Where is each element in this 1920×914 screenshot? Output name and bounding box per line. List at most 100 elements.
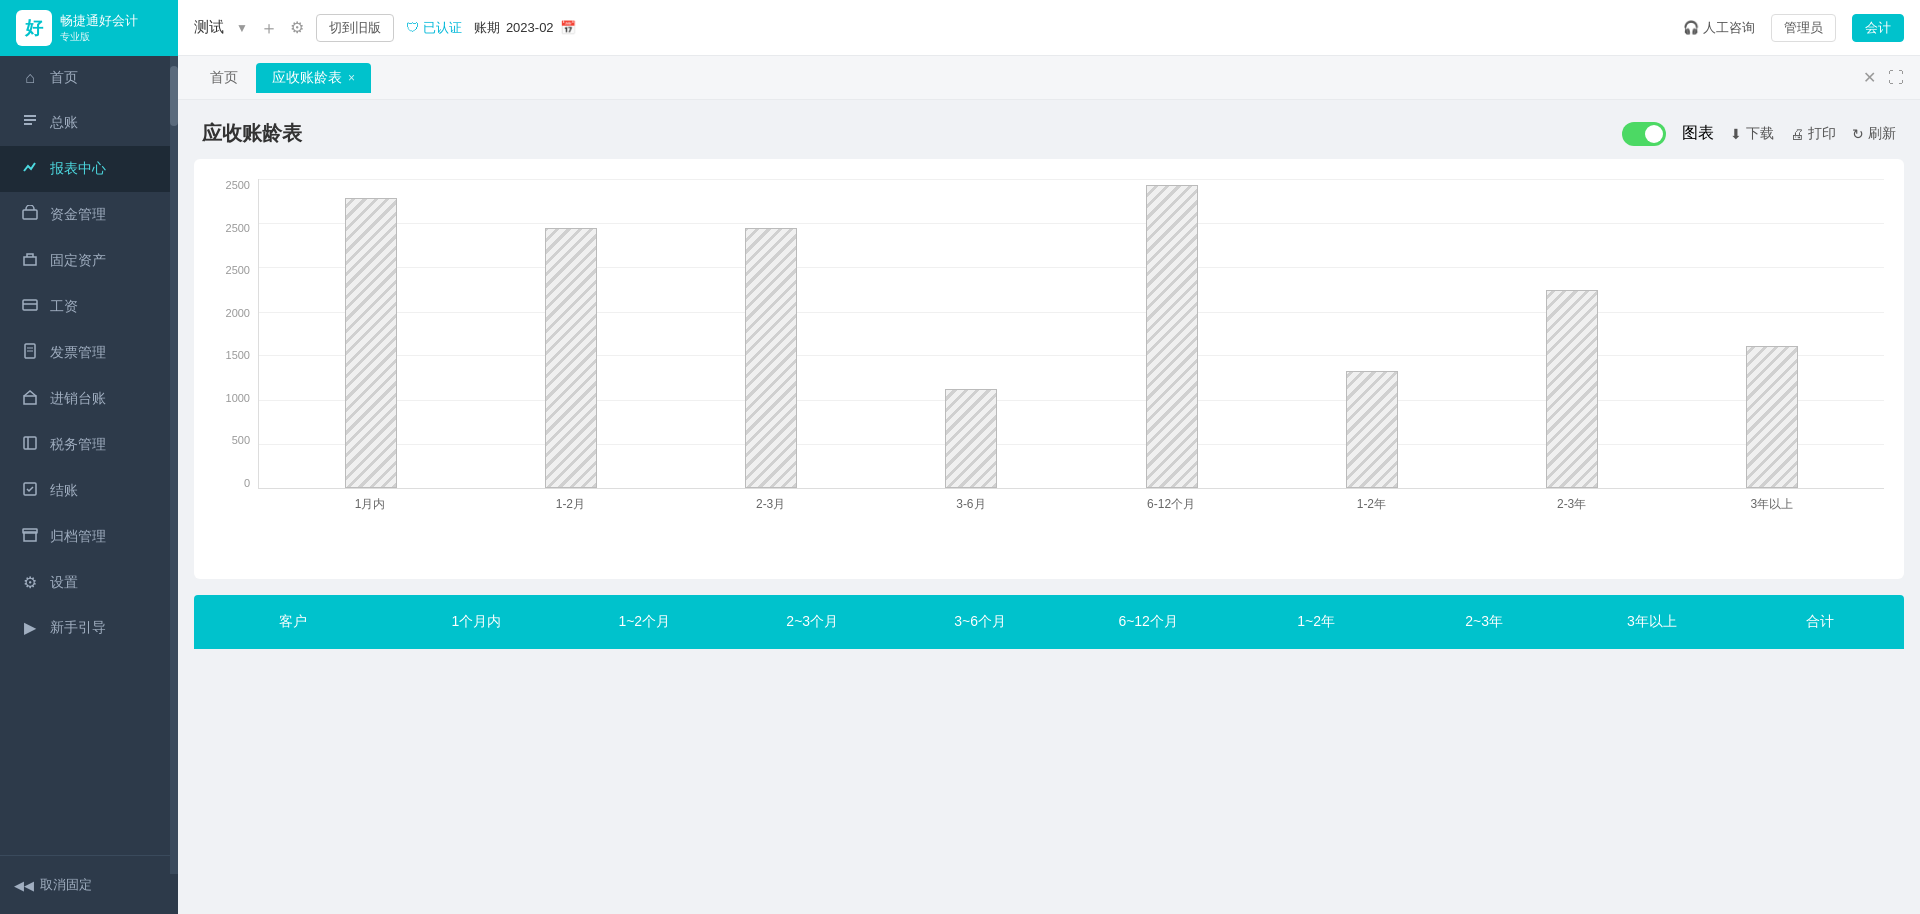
reports-icon <box>20 159 40 179</box>
svg-rect-3 <box>23 210 37 219</box>
stock-icon <box>20 389 40 409</box>
manager-btn[interactable]: 管理员 <box>1771 14 1836 42</box>
y-label-0: 0 <box>244 477 250 489</box>
download-btn[interactable]: ⬇ 下载 <box>1730 125 1774 143</box>
svg-rect-0 <box>24 115 36 117</box>
th-3plus-year: 3年以上 <box>1568 595 1736 649</box>
bar-1-2month-fill <box>545 228 597 488</box>
th-2-3year: 2~3年 <box>1400 595 1568 649</box>
bar-2-3month <box>675 179 867 488</box>
tab-close-btn[interactable]: × <box>348 71 355 85</box>
closing-icon <box>20 481 40 501</box>
tax-icon <box>20 435 40 455</box>
bar-chart: 2500 2500 2500 2000 1500 1000 500 0 <box>214 179 1884 519</box>
sidebar-item-reports[interactable]: 报表中心 <box>0 146 178 192</box>
sidebar-item-assets[interactable]: 固定资产 <box>0 238 178 284</box>
y-label-1000: 1000 <box>226 392 250 404</box>
sidebar-item-tax[interactable]: 税务管理 <box>0 422 178 468</box>
tabs-bar: 首页 应收账龄表 × ✕ ⛶ <box>178 56 1920 100</box>
module-dropdown-arrow[interactable]: ▼ <box>236 21 248 35</box>
logo-icon: 好 <box>16 10 52 46</box>
chart-toggle[interactable] <box>1622 122 1666 146</box>
ledger-icon <box>20 113 40 133</box>
archive-icon <box>20 527 40 547</box>
th-3-6month: 3~6个月 <box>896 595 1064 649</box>
main-content: 测试 ▼ ＋ ⚙ 切到旧版 🛡 已认证 账期 2023-02 📅 🎧 人工咨询 … <box>178 0 1920 914</box>
expand-window-btn[interactable]: ⛶ <box>1888 69 1904 87</box>
th-2-3month: 2~3个月 <box>728 595 896 649</box>
page-content: 应收账龄表 图表 ⬇ 下载 🖨 打印 ↻ 刷新 <box>178 100 1920 914</box>
home-icon: ⌂ <box>20 69 40 87</box>
th-1month: 1个月内 <box>392 595 560 649</box>
bar-3plus-year <box>1676 179 1868 488</box>
cancel-fixed-btn[interactable]: ◀◀ 取消固定 <box>0 866 178 904</box>
tabs-right-controls: ✕ ⛶ <box>1863 68 1904 87</box>
tab-home[interactable]: 首页 <box>194 63 254 93</box>
bar-6-12month <box>1076 179 1268 488</box>
pin-left-icon: ◀◀ <box>14 878 34 893</box>
svg-rect-1 <box>24 119 36 121</box>
calendar-icon[interactable]: 📅 <box>560 20 576 35</box>
current-module-title: 测试 <box>194 18 224 37</box>
th-total: 合计 <box>1736 595 1904 649</box>
app-logo: 好 畅捷通好会计 专业版 <box>0 0 178 56</box>
bar-6-12month-fill <box>1146 185 1198 488</box>
sidebar-item-payroll[interactable]: 工资 <box>0 284 178 330</box>
sidebar-item-guide[interactable]: ▶ 新手引导 <box>0 605 178 650</box>
settings-gear-icon[interactable]: ⚙ <box>290 18 304 37</box>
certified-badge: 🛡 已认证 <box>406 19 462 37</box>
funds-icon <box>20 205 40 225</box>
svg-rect-10 <box>24 396 36 404</box>
bar-2-3year-fill <box>1546 290 1598 488</box>
sidebar-nav: ⌂ 首页 总账 报表中心 资金管理 <box>0 56 178 855</box>
guide-icon: ▶ <box>20 618 40 637</box>
print-btn[interactable]: 🖨 打印 <box>1790 125 1836 143</box>
topbar: 测试 ▼ ＋ ⚙ 切到旧版 🛡 已认证 账期 2023-02 📅 🎧 人工咨询 … <box>178 0 1920 56</box>
x-label-3-6month: 3-6月 <box>875 496 1067 513</box>
accountant-btn[interactable]: 会计 <box>1852 14 1904 42</box>
close-window-btn[interactable]: ✕ <box>1863 68 1876 87</box>
sidebar-item-settings[interactable]: ⚙ 设置 <box>0 560 178 605</box>
y-label-1500: 1500 <box>226 349 250 361</box>
sidebar: 好 畅捷通好会计 专业版 ⌂ 首页 总账 报表中心 <box>0 0 178 914</box>
sidebar-item-closing[interactable]: 结账 <box>0 468 178 514</box>
report-header: 应收账龄表 图表 ⬇ 下载 🖨 打印 ↻ 刷新 <box>178 100 1920 159</box>
bar-1month <box>275 179 467 488</box>
sidebar-item-stock[interactable]: 进销台账 <box>0 376 178 422</box>
chart-area: 2500 2500 2500 2000 1500 1000 500 0 <box>194 159 1904 579</box>
report-title: 应收账龄表 <box>202 120 302 147</box>
shield-certified-icon: 🛡 <box>406 20 419 35</box>
bar-1-2year-fill <box>1346 371 1398 488</box>
logo-text: 畅捷通好会计 专业版 <box>60 13 138 43</box>
payroll-icon <box>20 297 40 317</box>
y-label-2500-top: 2500 <box>226 179 250 191</box>
sidebar-item-ledger[interactable]: 总账 <box>0 100 178 146</box>
download-icon: ⬇ <box>1730 126 1742 142</box>
invoice-icon <box>20 343 40 363</box>
print-icon: 🖨 <box>1790 126 1804 142</box>
report-container: 应收账龄表 图表 ⬇ 下载 🖨 打印 ↻ 刷新 <box>178 100 1920 914</box>
svg-rect-11 <box>24 437 36 449</box>
bar-3-6month <box>875 179 1067 488</box>
consult-btn[interactable]: 🎧 人工咨询 <box>1683 19 1755 37</box>
switch-old-version-btn[interactable]: 切到旧版 <box>316 14 394 42</box>
x-label-1-2year: 1-2年 <box>1275 496 1467 513</box>
sidebar-item-funds[interactable]: 资金管理 <box>0 192 178 238</box>
th-6-12month: 6~12个月 <box>1064 595 1232 649</box>
y-label-2500-2: 2500 <box>226 222 250 234</box>
sidebar-item-home[interactable]: ⌂ 首页 <box>0 56 178 100</box>
svg-rect-5 <box>23 300 37 310</box>
sidebar-item-archive[interactable]: 归档管理 <box>0 514 178 560</box>
accounting-period: 账期 2023-02 📅 <box>474 19 576 37</box>
refresh-btn[interactable]: ↻ 刷新 <box>1852 125 1896 143</box>
th-1-2month: 1~2个月 <box>560 595 728 649</box>
x-label-6-12month: 6-12个月 <box>1075 496 1267 513</box>
svg-rect-2 <box>24 123 32 125</box>
sidebar-item-invoice[interactable]: 发票管理 <box>0 330 178 376</box>
x-label-1-2month: 1-2月 <box>474 496 666 513</box>
x-label-2-3year: 2-3年 <box>1476 496 1668 513</box>
bar-1-2month <box>475 179 667 488</box>
topbar-right: 🎧 人工咨询 管理员 会计 <box>1683 14 1904 42</box>
add-tab-btn[interactable]: ＋ <box>260 19 278 37</box>
tab-receivable-aging[interactable]: 应收账龄表 × <box>256 63 371 93</box>
